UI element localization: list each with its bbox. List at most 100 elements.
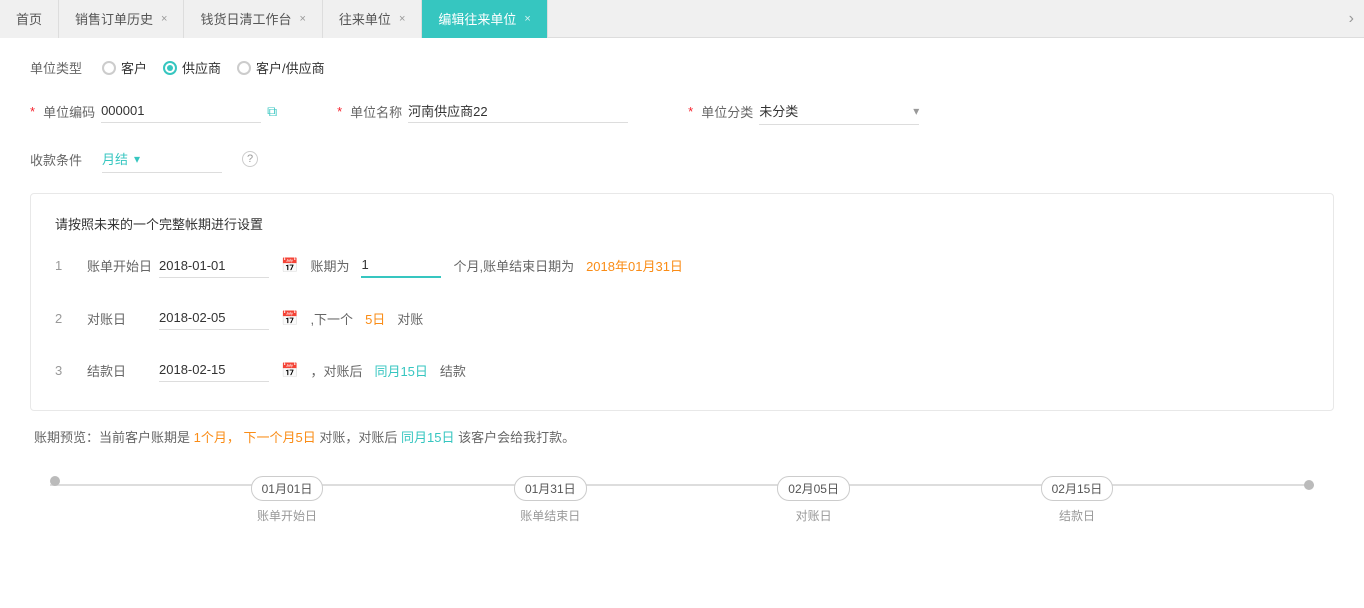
preview-mid: 对账，对账后 xyxy=(319,430,397,445)
period-config-section: 请按照未来的一个完整帐期进行设置 1 账单开始日 📅 账期为 个月,账单结束日期… xyxy=(30,193,1334,411)
row-3-date-input[interactable] xyxy=(159,358,269,382)
timeline-item-2: 02月05日 对账日 xyxy=(777,476,850,524)
row-2-num: 2 xyxy=(55,311,75,326)
timeline-item-1: 01月31日 账单结束日 xyxy=(514,476,587,524)
tab-sales-history-close[interactable]: × xyxy=(161,13,167,25)
timeline-date-2: 02月05日 xyxy=(777,476,850,501)
timeline-items: 01月01日 账单开始日 01月31日 账单结束日 02月05日 对账日 02月… xyxy=(50,476,1314,524)
timeline-date-0: 01月01日 xyxy=(251,476,324,501)
timeline-label-1: 账单结束日 xyxy=(520,507,580,524)
preview-p3: 同月15日 xyxy=(401,430,454,445)
row-1-num: 1 xyxy=(55,258,75,273)
row-1-period-prefix: 账期为 xyxy=(310,256,349,275)
tab-partner-label: 往来单位 xyxy=(339,9,391,28)
tab-bar: 首页 销售订单历史 × 钱货日清工作台 × 往来单位 × 编辑往来单位 × › xyxy=(0,0,1364,38)
radio-customer-circle xyxy=(102,61,116,75)
tab-cashwork-label: 钱货日清工作台 xyxy=(200,9,291,28)
unit-category-star: * xyxy=(688,104,693,119)
row-2-date-input[interactable] xyxy=(159,306,269,330)
config-row-3: 3 结款日 📅 ，对账后 同月15日 结款 xyxy=(55,358,1309,382)
unit-category-group: * 单位分类 未分类 ▾ xyxy=(688,97,919,125)
payment-terms-row: 收款条件 月结 ▾ ? xyxy=(30,145,1334,173)
tab-partner-close[interactable]: × xyxy=(399,13,405,25)
unit-name-label: 单位名称 xyxy=(350,102,402,121)
preview-end: 该客户会给我打款。 xyxy=(458,430,575,445)
radio-both-label: 客户/供应商 xyxy=(256,58,325,77)
tab-home[interactable]: 首页 xyxy=(0,0,59,38)
unit-type-row: 单位类型 客户 供应商 客户/供应商 xyxy=(30,58,1334,77)
payment-terms-select[interactable]: 月结 ▾ xyxy=(102,145,222,173)
radio-supplier-circle xyxy=(163,61,177,75)
timeline-label-3: 结款日 xyxy=(1059,507,1095,524)
row-2-desc-highlight: 5日 xyxy=(365,309,385,328)
payment-terms-arrow: ▾ xyxy=(134,152,140,166)
timeline-item-end-dot xyxy=(1304,476,1314,490)
section-instruction: 请按照未来的一个完整帐期进行设置 xyxy=(55,214,1309,233)
unit-name-input[interactable] xyxy=(408,99,628,123)
unit-code-input[interactable] xyxy=(101,99,261,123)
unit-code-label: 单位编码 xyxy=(43,102,95,121)
tab-home-label: 首页 xyxy=(16,9,42,28)
row-2-desc-suffix: 对账 xyxy=(397,309,423,328)
payment-terms-value: 月结 xyxy=(102,149,128,168)
row-3-desc-prefix: ，对账后 xyxy=(310,361,362,380)
row-2-label: 对账日 xyxy=(87,309,147,328)
row-3-label: 结款日 xyxy=(87,361,147,380)
timeline-label-0: 账单开始日 xyxy=(257,507,317,524)
payment-terms-label: 收款条件 xyxy=(30,150,82,169)
row-3-num: 3 xyxy=(55,363,75,378)
unit-category-arrow: ▾ xyxy=(913,104,919,118)
payment-terms-help-icon[interactable]: ? xyxy=(242,151,258,167)
unit-type-radio-group: 客户 供应商 客户/供应商 xyxy=(102,58,325,77)
unit-category-select[interactable]: 未分类 ▾ xyxy=(759,97,919,125)
preview-p1: 1个月， xyxy=(194,430,240,445)
unit-details-row: * 单位编码 ⧉ * 单位名称 * 单位分类 未分类 ▾ xyxy=(30,97,1334,125)
timeline-date-1: 01月31日 xyxy=(514,476,587,501)
row-1-period-input[interactable] xyxy=(361,253,441,278)
preview-section: 账期预览：当前客户账期是 1个月， 下一个月5日 对账，对账后 同月15日 该客… xyxy=(30,427,1334,446)
unit-category-value: 未分类 xyxy=(759,101,798,120)
radio-both-circle xyxy=(237,61,251,75)
row-3-calendar-icon[interactable]: 📅 xyxy=(281,362,298,379)
unit-name-star: * xyxy=(337,104,342,119)
timeline-item-0: 01月01日 账单开始日 xyxy=(251,476,324,524)
tab-cashwork-close[interactable]: × xyxy=(299,13,305,25)
tab-cashwork[interactable]: 钱货日清工作台 × xyxy=(184,0,322,38)
unit-name-group: * 单位名称 xyxy=(337,99,628,123)
preview-p2: 下一个月5日 xyxy=(244,430,316,445)
radio-customer[interactable]: 客户 xyxy=(102,58,147,77)
timeline-wrapper: 01月01日 账单开始日 01月31日 账单结束日 02月05日 对账日 02月… xyxy=(30,466,1334,554)
row-1-label: 账单开始日 xyxy=(87,256,147,275)
row-2-desc-prefix: ,下一个 xyxy=(310,309,353,328)
tab-sales-history[interactable]: 销售订单历史 × xyxy=(59,0,184,38)
config-row-2: 2 对账日 📅 ,下一个 5日 对账 xyxy=(55,306,1309,330)
timeline-date-3: 02月15日 xyxy=(1041,476,1114,501)
unit-code-copy-icon[interactable]: ⧉ xyxy=(267,103,277,120)
radio-supplier[interactable]: 供应商 xyxy=(163,58,221,77)
radio-supplier-label: 供应商 xyxy=(182,58,221,77)
unit-code-group: * 单位编码 ⧉ xyxy=(30,99,277,123)
row-1-calendar-icon[interactable]: 📅 xyxy=(281,257,298,274)
row-3-desc-highlight: 同月15日 xyxy=(374,361,427,380)
row-3-desc-suffix: 结款 xyxy=(440,361,466,380)
row-1-period-suffix: 个月,账单结束日期为 xyxy=(453,256,574,275)
timeline-end-dot xyxy=(1304,480,1314,490)
timeline-label-2: 对账日 xyxy=(796,507,832,524)
tab-sales-history-label: 销售订单历史 xyxy=(75,9,153,28)
tab-edit-partner[interactable]: 编辑往来单位 × xyxy=(422,0,547,38)
unit-type-label: 单位类型 xyxy=(30,58,82,77)
tab-partner[interactable]: 往来单位 × xyxy=(323,0,422,38)
unit-code-star: * xyxy=(30,104,35,119)
tab-edit-partner-close[interactable]: × xyxy=(524,13,530,25)
radio-both[interactable]: 客户/供应商 xyxy=(237,58,325,77)
row-2-calendar-icon[interactable]: 📅 xyxy=(281,310,298,327)
main-content: 单位类型 客户 供应商 客户/供应商 * 单位编码 ⧉ * 单位名称 xyxy=(0,38,1364,608)
timeline-item-start-dot xyxy=(50,476,60,486)
radio-customer-label: 客户 xyxy=(121,58,147,77)
row-1-date-input[interactable] xyxy=(159,254,269,278)
preview-label: 账期预览：当前客户账期是 xyxy=(34,430,190,445)
tab-expand-button[interactable]: › xyxy=(1339,10,1364,28)
timeline-start-dot xyxy=(50,476,60,486)
tab-edit-partner-label: 编辑往来单位 xyxy=(438,9,516,28)
row-1-period-end: 2018年01月31日 xyxy=(586,256,683,275)
